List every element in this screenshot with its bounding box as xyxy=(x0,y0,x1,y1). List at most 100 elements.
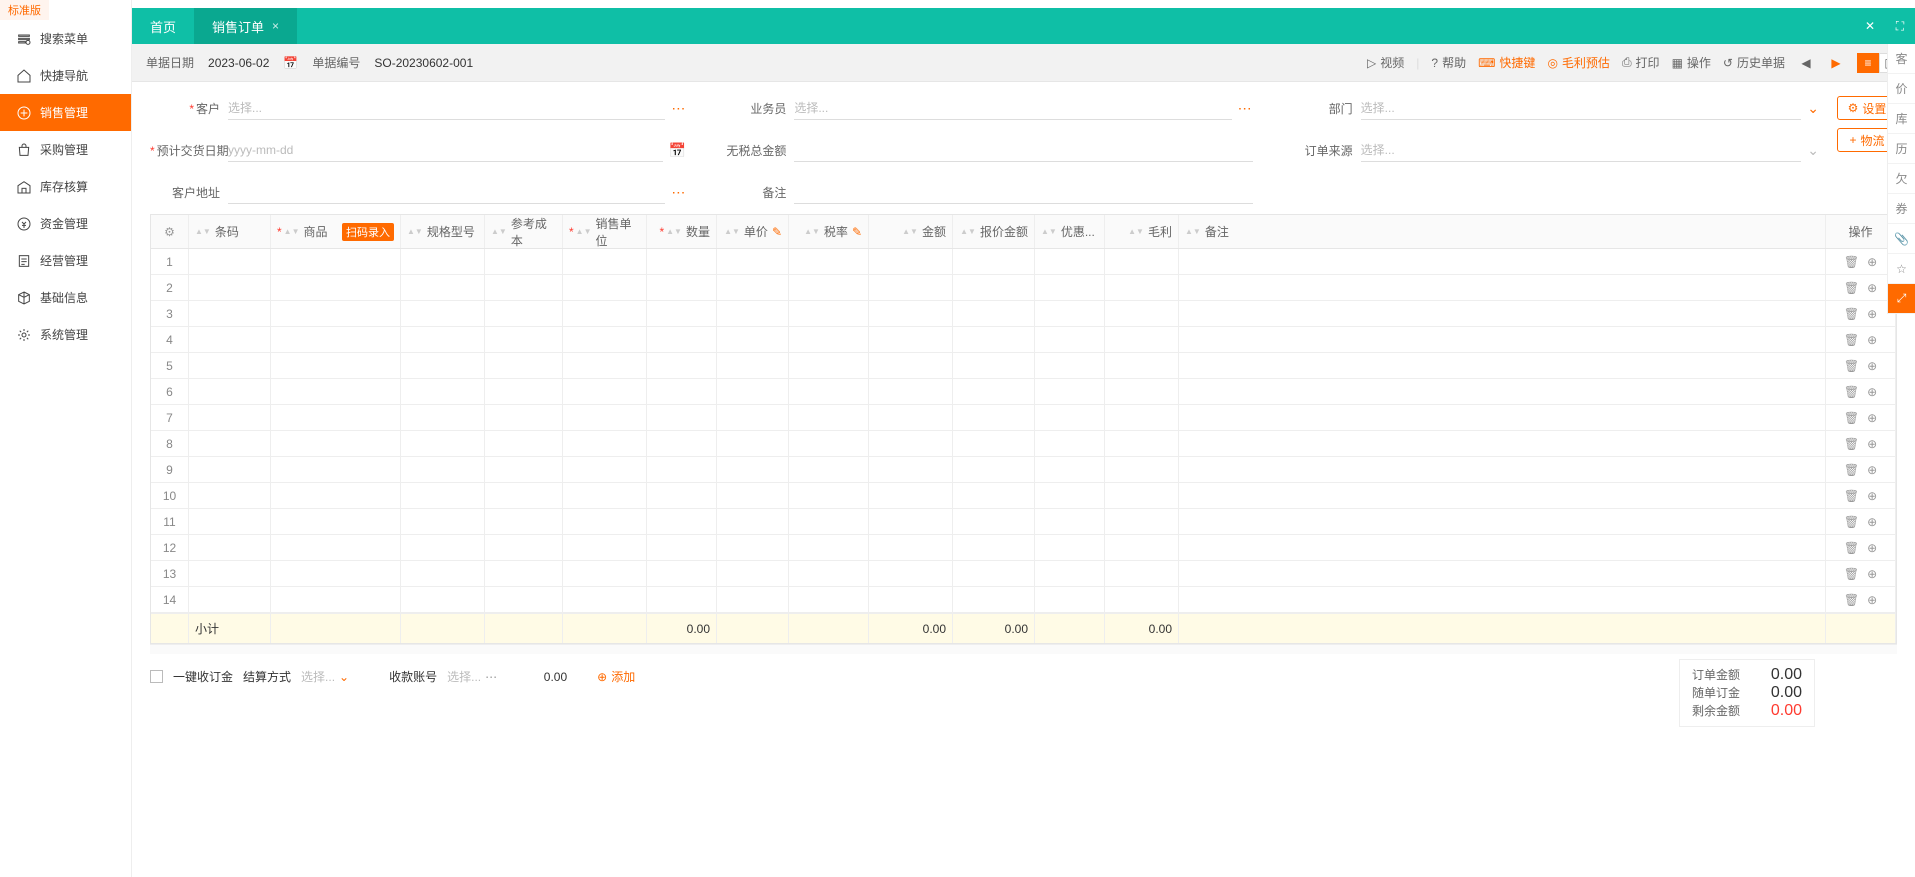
tab-home[interactable]: 首页 xyxy=(132,8,194,44)
chevron-down-icon[interactable]: ⌄ xyxy=(1807,100,1819,117)
sort-icon[interactable]: ▲▼ xyxy=(804,229,820,235)
close-icon[interactable]: × xyxy=(272,19,279,33)
tool-help[interactable]: ?帮助 xyxy=(1431,54,1466,71)
rtb-coupon-icon[interactable]: 券 xyxy=(1888,194,1915,224)
sidebar-item-sales[interactable]: 销售管理 xyxy=(0,94,131,131)
tabstrip-close-icon[interactable]: ✕ xyxy=(1855,8,1885,44)
sort-icon[interactable]: ▲▼ xyxy=(491,229,507,235)
rtb-attach-icon[interactable]: 📎 xyxy=(1888,224,1915,254)
table-row[interactable]: 6🗑⊕ xyxy=(151,379,1896,405)
delete-row-icon[interactable]: 🗑 xyxy=(1844,567,1859,581)
sort-icon[interactable]: ▲▼ xyxy=(1185,229,1201,235)
table-row[interactable]: 13🗑⊕ xyxy=(151,561,1896,587)
sort-icon[interactable]: ▲▼ xyxy=(576,229,592,235)
sort-icon[interactable]: ▲▼ xyxy=(284,229,300,235)
scan-badge[interactable]: 扫码录入 xyxy=(342,223,394,241)
delete-row-icon[interactable]: 🗑 xyxy=(1844,463,1859,477)
rtb-history-icon[interactable]: 历 xyxy=(1888,134,1915,164)
remark-input[interactable] xyxy=(794,185,1252,199)
rtb-expand-icon[interactable]: ⤢ xyxy=(1888,284,1915,314)
table-row[interactable]: 8🗑⊕ xyxy=(151,431,1896,457)
add-row-icon[interactable]: ⊕ xyxy=(1867,515,1877,529)
delete-row-icon[interactable]: 🗑 xyxy=(1844,333,1859,347)
rtb-stock-icon[interactable]: 库 xyxy=(1888,104,1915,134)
view-form-icon[interactable]: ≡ xyxy=(1857,53,1879,73)
sort-icon[interactable]: ▲▼ xyxy=(1128,229,1144,235)
sort-icon[interactable]: ▲▼ xyxy=(407,229,423,235)
sort-icon[interactable]: ▲▼ xyxy=(195,229,211,235)
table-row[interactable]: 9🗑⊕ xyxy=(151,457,1896,483)
table-row[interactable]: 12🗑⊕ xyxy=(151,535,1896,561)
sort-icon[interactable]: ▲▼ xyxy=(724,229,740,235)
next-bill-icon[interactable]: ▶ xyxy=(1827,54,1845,72)
delete-row-icon[interactable]: 🗑 xyxy=(1844,515,1859,529)
dept-input[interactable] xyxy=(1361,101,1802,115)
rtb-customer-icon[interactable]: 客 xyxy=(1888,44,1915,74)
table-row[interactable]: 5🗑⊕ xyxy=(151,353,1896,379)
lookup-icon[interactable]: ⋯ xyxy=(671,100,686,117)
sidebar-item-quicknav[interactable]: 快捷导航 xyxy=(0,57,131,94)
chevron-down-icon[interactable]: ⌄ xyxy=(1807,142,1819,159)
bill-date-value[interactable]: 2023-06-02 xyxy=(208,56,269,70)
sort-icon[interactable]: ▲▼ xyxy=(902,229,918,235)
edit-icon[interactable]: ✎ xyxy=(772,225,782,239)
sidebar-item-business[interactable]: 经营管理 xyxy=(0,242,131,279)
add-button[interactable]: ⊕添加 xyxy=(597,668,635,685)
horizontal-scrollbar[interactable] xyxy=(150,644,1897,654)
table-row[interactable]: 10🗑⊕ xyxy=(151,483,1896,509)
sidebar-item-search[interactable]: 搜索菜单 xyxy=(0,20,131,57)
add-row-icon[interactable]: ⊕ xyxy=(1867,437,1877,451)
sort-icon[interactable]: ▲▼ xyxy=(666,229,682,235)
table-row[interactable]: 4🗑⊕ xyxy=(151,327,1896,353)
table-row[interactable]: 7🗑⊕ xyxy=(151,405,1896,431)
add-row-icon[interactable]: ⊕ xyxy=(1867,333,1877,347)
add-row-icon[interactable]: ⊕ xyxy=(1867,385,1877,399)
add-row-icon[interactable]: ⊕ xyxy=(1867,489,1877,503)
notax-total-input[interactable] xyxy=(794,143,1252,157)
delete-row-icon[interactable]: 🗑 xyxy=(1844,541,1859,555)
sidebar-item-purchase[interactable]: 采购管理 xyxy=(0,131,131,168)
tool-video[interactable]: ▷视频 xyxy=(1367,54,1404,71)
delete-row-icon[interactable]: 🗑 xyxy=(1844,411,1859,425)
tab-sales-order[interactable]: 销售订单 × xyxy=(194,8,297,44)
delete-row-icon[interactable]: 🗑 xyxy=(1844,255,1859,269)
delete-row-icon[interactable]: 🗑 xyxy=(1844,489,1859,503)
add-row-icon[interactable]: ⊕ xyxy=(1867,541,1877,555)
delete-row-icon[interactable]: 🗑 xyxy=(1844,437,1859,451)
tool-operate[interactable]: ▦操作 xyxy=(1672,54,1711,71)
add-row-icon[interactable]: ⊕ xyxy=(1867,567,1877,581)
add-row-icon[interactable]: ⊕ xyxy=(1867,463,1877,477)
tool-print[interactable]: ⎙打印 xyxy=(1622,54,1660,71)
sort-icon[interactable]: ▲▼ xyxy=(960,229,976,235)
calendar-icon[interactable]: 📅 xyxy=(669,142,686,159)
table-row[interactable]: 2🗑⊕ xyxy=(151,275,1896,301)
account-select[interactable]: 选择...⋯ xyxy=(447,668,497,685)
delivery-date-input[interactable] xyxy=(228,143,663,157)
delete-row-icon[interactable]: 🗑 xyxy=(1844,359,1859,373)
table-row[interactable]: 3🗑⊕ xyxy=(151,301,1896,327)
prev-bill-icon[interactable]: ◀ xyxy=(1797,54,1815,72)
sort-icon[interactable]: ▲▼ xyxy=(1041,229,1057,235)
add-row-icon[interactable]: ⊕ xyxy=(1867,281,1877,295)
tool-history[interactable]: ↺历史单据 xyxy=(1723,54,1785,71)
delete-row-icon[interactable]: 🗑 xyxy=(1844,307,1859,321)
delete-row-icon[interactable]: 🗑 xyxy=(1844,281,1859,295)
settle-select[interactable]: 选择...⌄ xyxy=(301,668,349,685)
address-input[interactable] xyxy=(228,185,665,199)
rtb-price-icon[interactable]: 价 xyxy=(1888,74,1915,104)
lookup-icon[interactable]: ⋯ xyxy=(1238,100,1253,117)
table-row[interactable]: 14🗑⊕ xyxy=(151,587,1896,613)
sidebar-item-basedata[interactable]: 基础信息 xyxy=(0,279,131,316)
rtb-owe-icon[interactable]: 欠 xyxy=(1888,164,1915,194)
onekey-deposit-checkbox[interactable] xyxy=(150,670,163,683)
calendar-icon[interactable]: 📅 xyxy=(283,56,298,70)
tabstrip-expand-icon[interactable]: ⛶ xyxy=(1885,8,1915,44)
tool-profit[interactable]: ◎毛利预估 xyxy=(1547,54,1610,71)
sidebar-item-system[interactable]: 系统管理 xyxy=(0,316,131,353)
salesman-input[interactable] xyxy=(794,101,1231,115)
edit-icon[interactable]: ✎ xyxy=(852,225,862,239)
add-row-icon[interactable]: ⊕ xyxy=(1867,255,1877,269)
add-row-icon[interactable]: ⊕ xyxy=(1867,411,1877,425)
delete-row-icon[interactable]: 🗑 xyxy=(1844,593,1859,607)
delete-row-icon[interactable]: 🗑 xyxy=(1844,385,1859,399)
